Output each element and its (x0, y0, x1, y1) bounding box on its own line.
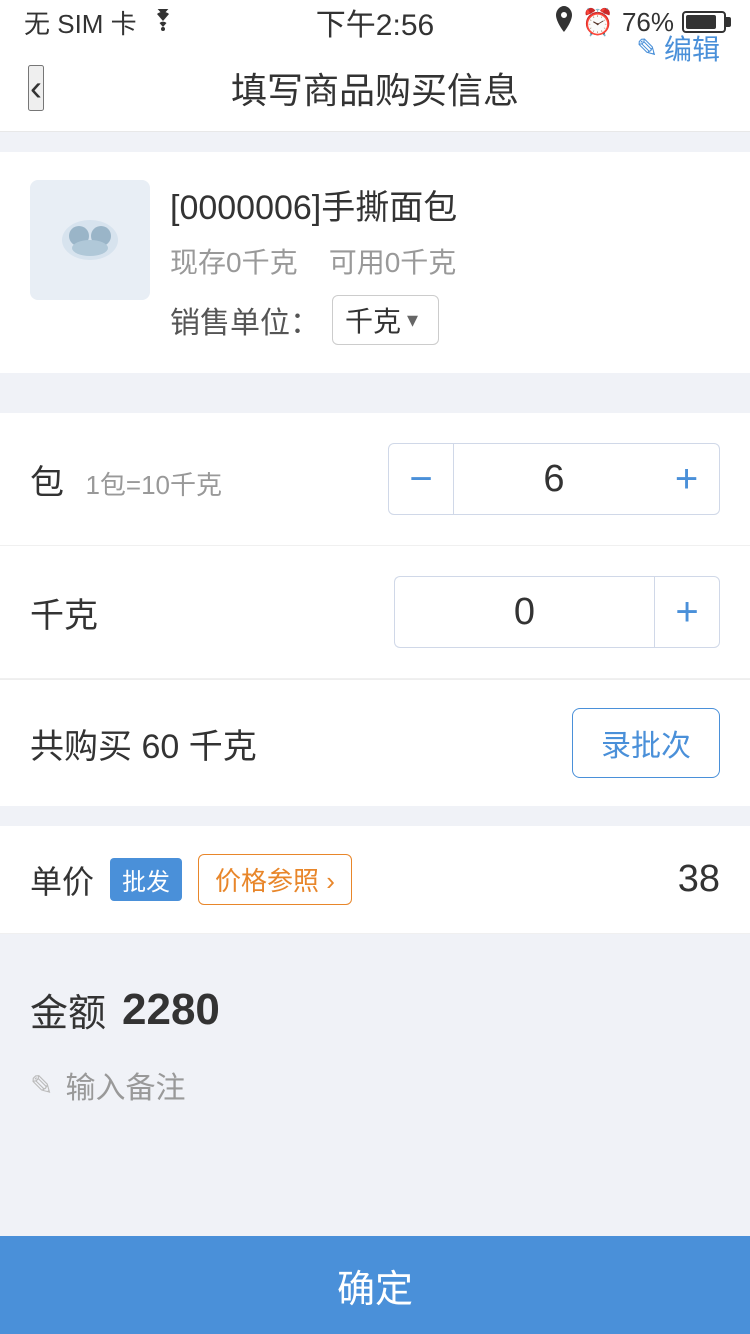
summary-text: 共购买 60 千克 (30, 719, 257, 768)
chevron-down-icon: ▾ (407, 307, 418, 333)
package-minus-button[interactable]: − (388, 443, 454, 515)
alarm-icon: ⏰ (582, 7, 614, 38)
product-info: [0000006]手撕面包 现存0千克 可用0千克 销售单位： 千克 ▾ (170, 180, 720, 345)
unit-select[interactable]: 千克 ▾ (332, 295, 439, 345)
package-label: 包 1包=10千克 (30, 455, 388, 504)
separator-1 (0, 373, 750, 393)
kilogram-quantity-control: + (394, 576, 720, 648)
price-badge: 批发 (110, 858, 182, 901)
pencil-icon: ✎ (30, 1069, 53, 1102)
package-input[interactable] (454, 443, 654, 515)
remark-placeholder: 输入备注 (65, 1063, 185, 1107)
price-value: 38 (678, 858, 720, 901)
summary-row: 共购买 60 千克 录批次 (0, 679, 750, 806)
product-card: [0000006]手撕面包 现存0千克 可用0千克 销售单位： 千克 ▾ ✎ 编… (0, 152, 750, 373)
price-section: 单价 批发 价格参照 › 38 (0, 826, 750, 934)
amount-label: 金额 (30, 982, 106, 1037)
package-quantity-control: − + (388, 443, 720, 515)
amount-section: 金额 2280 ✎ 输入备注 (0, 934, 750, 1137)
available-text: 可用0千克 (329, 247, 457, 278)
product-image (30, 180, 150, 300)
price-label: 单价 (30, 857, 94, 903)
package-plus-button[interactable]: + (654, 443, 720, 515)
wifi-icon (147, 7, 179, 38)
kilogram-label-text: 千克 (30, 597, 98, 635)
stock-text: 现存0千克 (170, 247, 298, 278)
edit-label: 编辑 (664, 28, 720, 68)
page-title: 填写商品购买信息 (231, 62, 519, 114)
edit-icon: ✎ (636, 33, 658, 64)
status-left: 无 SIM 卡 (24, 4, 179, 41)
remark-row[interactable]: ✎ 输入备注 (30, 1047, 720, 1137)
separator-2 (0, 806, 750, 826)
batch-button[interactable]: 录批次 (572, 708, 720, 778)
price-ref-button[interactable]: 价格参照 › (198, 854, 352, 905)
carrier-text: 无 SIM 卡 (24, 4, 137, 41)
kilogram-input[interactable] (394, 576, 654, 648)
back-button[interactable]: ‹ (28, 65, 44, 111)
amount-row: 金额 2280 (30, 962, 720, 1047)
unit-value: 千克 (345, 300, 401, 340)
confirm-button[interactable]: 确定 (0, 1236, 750, 1334)
package-hint: 1包=10千克 (85, 470, 222, 500)
location-icon (554, 6, 574, 39)
price-row: 单价 批发 价格参照 › 38 (30, 854, 720, 905)
package-label-text: 包 (30, 464, 64, 502)
edit-button[interactable]: ✎ 编辑 (636, 28, 720, 68)
kilogram-input-row: 千克 + (0, 546, 750, 679)
product-stock: 现存0千克 可用0千克 (170, 241, 720, 281)
kilogram-plus-button[interactable]: + (654, 576, 720, 648)
product-unit-row: 销售单位： 千克 ▾ (170, 295, 720, 345)
amount-value: 2280 (122, 985, 220, 1035)
unit-label: 销售单位： (170, 298, 320, 342)
kilogram-label: 千克 (30, 588, 394, 637)
status-time: 下午2:56 (316, 0, 434, 44)
package-input-row: 包 1包=10千克 − + (0, 413, 750, 546)
product-name: [0000006]手撕面包 (170, 180, 720, 229)
input-section: 包 1包=10千克 − + 千克 + 共购买 60 千克 录批次 (0, 413, 750, 806)
